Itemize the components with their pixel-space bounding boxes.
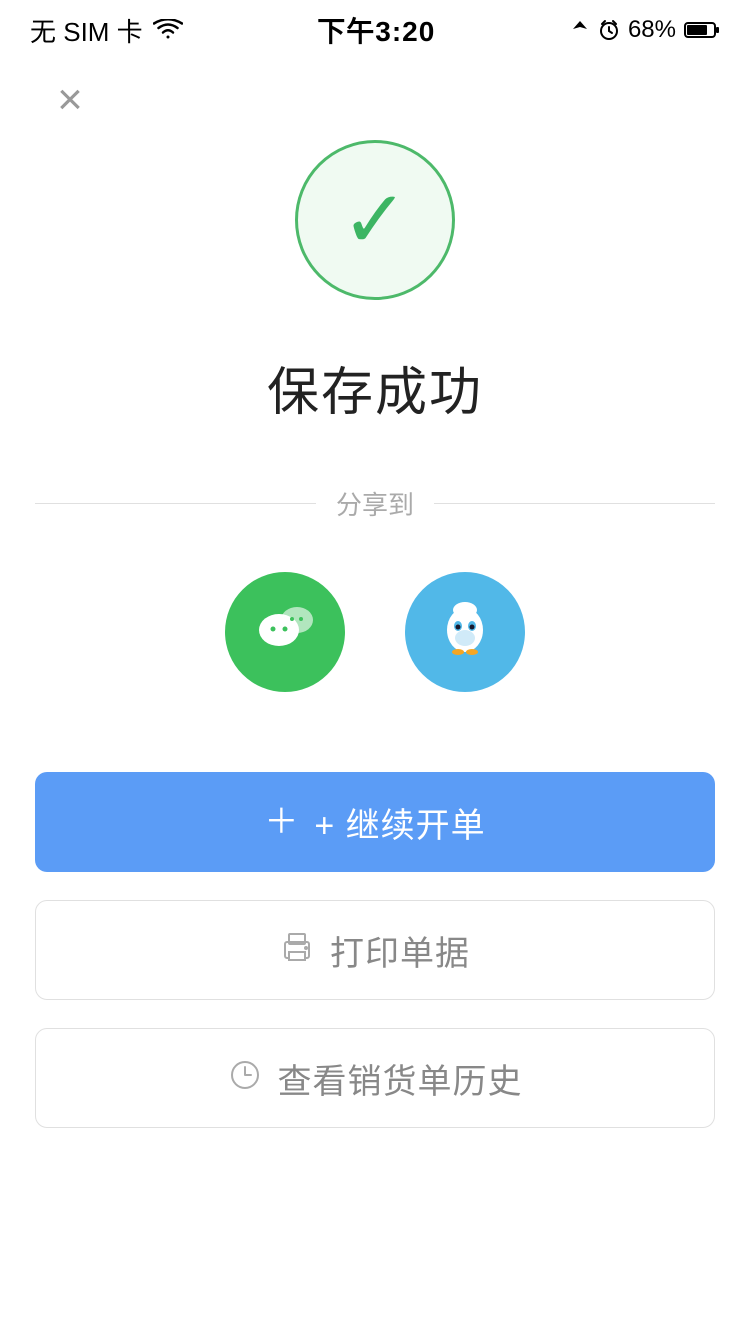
history-button-label: 查看销货单历史	[278, 1054, 523, 1103]
status-left: 无 SIM 卡	[30, 12, 183, 49]
status-bar: 无 SIM 卡 下午3:20 68%	[0, 0, 750, 60]
success-title: 保存成功	[267, 350, 483, 425]
close-button[interactable]: ×	[40, 70, 100, 130]
history-button[interactable]: 查看销货单历史	[35, 1028, 715, 1128]
wifi-icon	[153, 19, 183, 41]
checkmark-icon: ✓	[341, 180, 408, 260]
continue-button[interactable]: ＋ + 继续开单	[35, 772, 715, 872]
close-icon: ×	[57, 78, 83, 122]
share-divider: 分享到	[35, 485, 715, 522]
share-icons-row	[225, 572, 525, 692]
print-button[interactable]: 打印单据	[35, 900, 715, 1000]
status-right: 68%	[570, 16, 720, 44]
wechat-share-button[interactable]	[225, 572, 345, 692]
share-label: 分享到	[316, 485, 434, 522]
main-content: ✓ 保存成功 分享到	[0, 60, 750, 1128]
success-circle: ✓	[295, 140, 455, 300]
battery-percent: 68%	[628, 16, 676, 44]
qq-share-button[interactable]	[405, 572, 525, 692]
battery-icon	[684, 21, 720, 39]
alarm-icon	[598, 19, 620, 41]
qq-icon	[433, 600, 497, 664]
print-icon	[280, 930, 314, 970]
continue-button-label: + 继续开单	[314, 798, 485, 847]
wechat-icon	[249, 596, 321, 668]
print-button-label: 打印单据	[330, 926, 470, 975]
action-buttons: ＋ + 继续开单 打印单据 查看销货单历	[35, 772, 715, 1128]
location-icon	[570, 19, 590, 41]
plus-icon: ＋	[264, 805, 298, 839]
no-sim-text: 无 SIM 卡	[30, 12, 143, 49]
history-icon	[228, 1058, 262, 1098]
status-time: 下午3:20	[317, 10, 435, 50]
